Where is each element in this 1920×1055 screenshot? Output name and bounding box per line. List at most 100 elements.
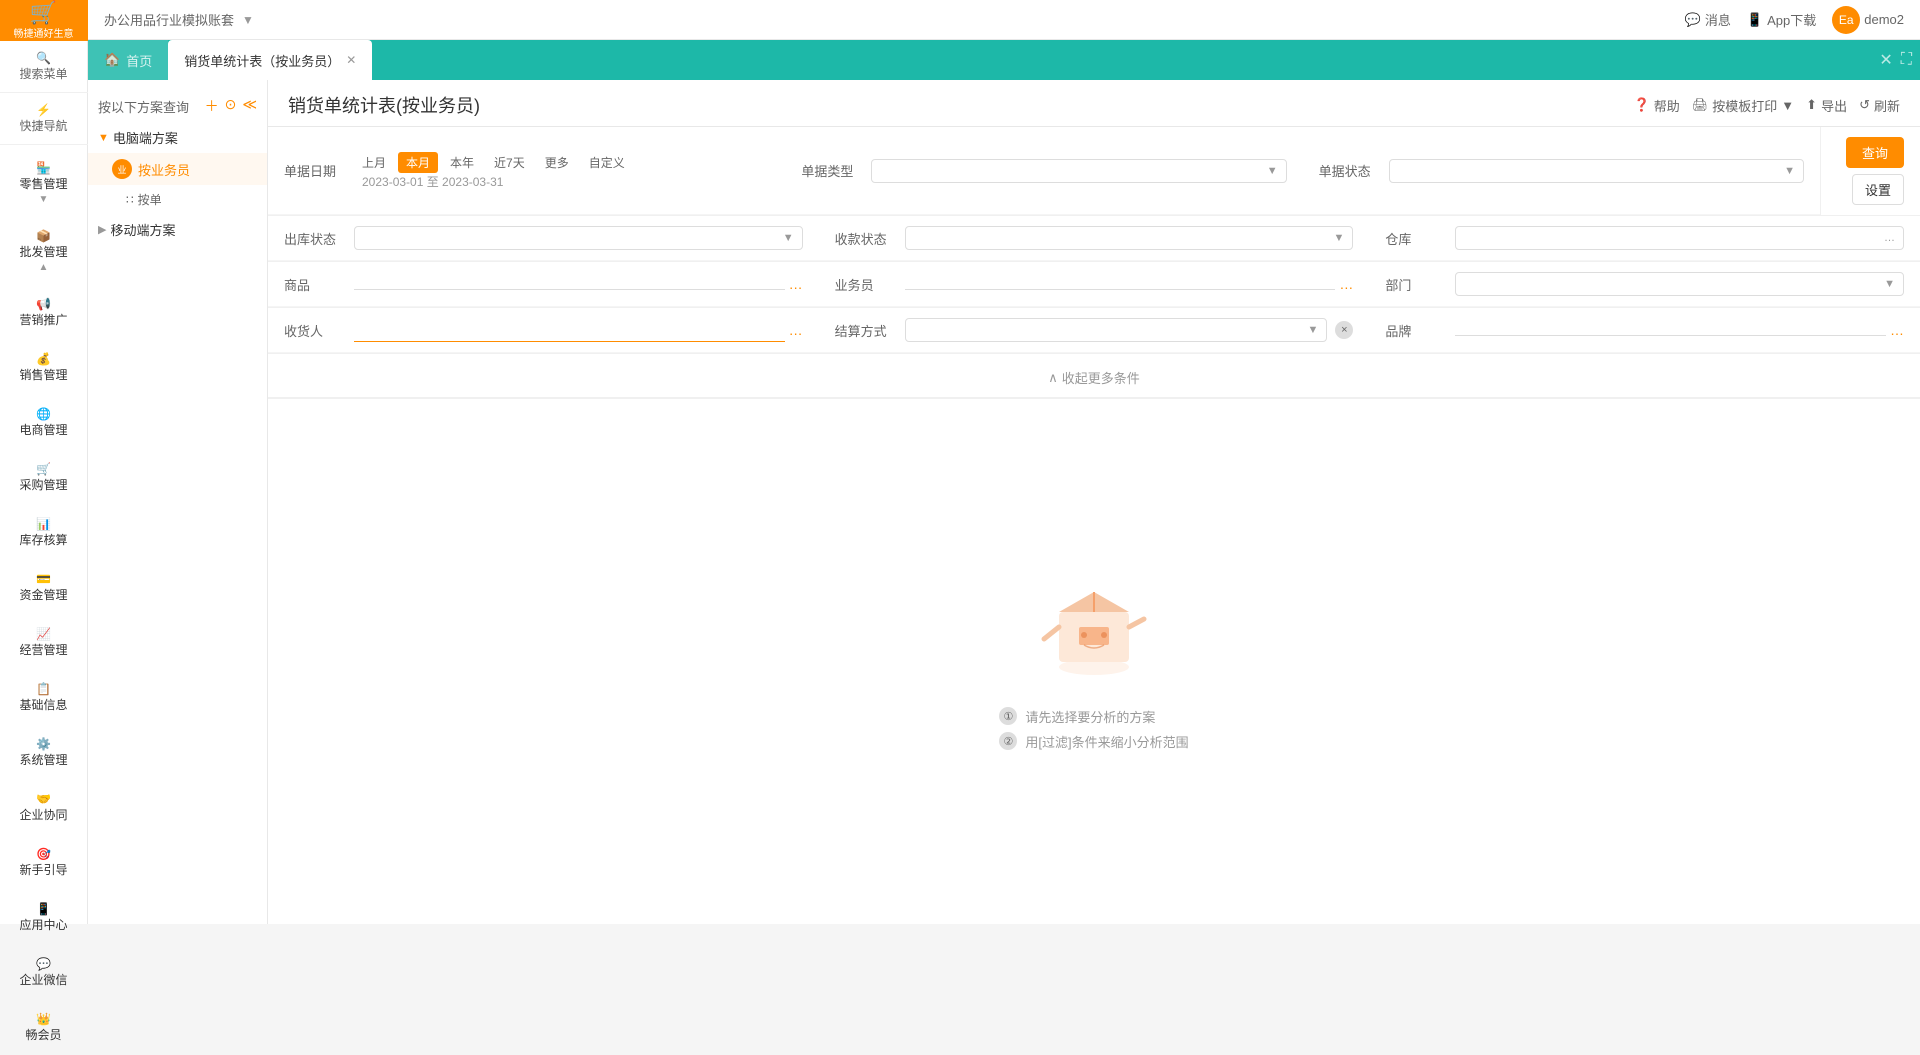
app-download-button[interactable]: 📱 App下载 [1747,10,1816,29]
date-this-month[interactable]: 本月 [398,152,438,173]
date-this-year[interactable]: 本年 [442,152,482,173]
scheme-by-order[interactable]: ∷ 按单 [88,185,267,214]
page-title: 销货单统计表(按业务员) [288,92,480,118]
search-label: 搜索菜单 [0,65,88,82]
sidebar-item-finance[interactable]: 💳 资金管理 [0,560,88,615]
date-custom[interactable]: 自定义 [581,152,633,173]
export-icon: ⬆ [1806,97,1817,113]
help-button[interactable]: ❓ 帮助 [1634,96,1680,115]
department-select[interactable]: ▼ [1455,272,1904,296]
bill-status-select[interactable]: ▼ [1389,159,1804,183]
top-header: 办公用品行业模拟账套 ▼ 💬 消息 📱 App下载 Ea demo2 [88,0,1920,40]
sidebar-item-inventory[interactable]: 📊 库存核算 [0,505,88,560]
warehouse-cell: 仓库 … [1369,216,1920,261]
brand-select[interactable] [1455,325,1886,336]
sidebar-item-wechat[interactable]: 💬 企业微信 [0,945,88,1000]
user-menu[interactable]: Ea demo2 [1832,6,1904,34]
settings-button[interactable]: 设置 [1852,174,1904,205]
department-cell: 部门 ▼ [1369,262,1920,307]
sidebar-item-retail[interactable]: 🏪 零售管理 ▼ [0,149,88,217]
date-last-month[interactable]: 上月 [354,152,394,173]
scheme-settings-button[interactable]: ⊙ [225,96,237,116]
sidebar-item-appcenter[interactable]: 📱 应用中心 [0,890,88,945]
wholesale-icon: 📦 [36,229,51,243]
window-close-btn[interactable]: ✕ [1879,50,1892,70]
sidebar-item-enterprise[interactable]: 🤝 企业协同 [0,780,88,835]
system-label: 系统管理 [19,751,67,768]
mobile-section-label: 移动端方案 [110,220,175,239]
refresh-button[interactable]: ↺ 刷新 [1859,96,1900,115]
empty-hints: ① 请先选择要分析的方案 ② 用[过滤]条件来缩小分析范围 [999,707,1188,757]
bill-status-label: 单据状态 [1319,161,1389,180]
page-header: 销货单统计表(按业务员) ❓ 帮助 🖨 按模板打印 ▼ ⬆ 导出 [268,80,1920,127]
message-button[interactable]: 💬 消息 [1685,10,1731,29]
breadcrumb-area: 办公用品行业模拟账套 ▼ [104,10,254,29]
message-label: 消息 [1705,10,1731,29]
sidebar-item-newuser[interactable]: 🎯 新手引导 [0,835,88,890]
payment-clear-button[interactable]: × [1335,321,1353,339]
sidebar-item-sales[interactable]: 💰 销售管理 [0,340,88,395]
desktop-section-header[interactable]: ▼ 电脑端方案 [88,122,267,153]
warehouse-arrow: … [1884,232,1895,244]
finance-icon: 💳 [36,572,51,586]
salesperson-ellipsis[interactable]: … [1339,276,1353,292]
empty-hint-2: ② 用[过滤]条件来缩小分析范围 [999,732,1188,751]
date-last-7-days[interactable]: 近7天 [486,152,533,173]
salesperson-select[interactable] [905,279,1336,290]
consignee-input[interactable] [354,318,785,342]
sidebar-item-marketing[interactable]: 📢 营销推广 [0,285,88,340]
export-button[interactable]: ⬆ 导出 [1806,96,1847,115]
scheme-icon: 业 [112,159,132,179]
sidebar-item-wholesale[interactable]: 📦 批发管理 ▲ [0,217,88,285]
tab-home[interactable]: 🏠 首页 [88,40,168,80]
inventory-icon: 📊 [36,517,51,531]
bill-type-cell: 单据类型 ▼ [785,127,1302,215]
scheme-by-salesperson-label: 按业务员 [138,160,190,179]
scheme-collapse-button[interactable]: ≪ [242,96,257,116]
product-select[interactable] [354,279,785,290]
search-menu-item[interactable]: 🔍 搜索菜单 [0,41,88,93]
tab-close-button[interactable]: ✕ [346,53,356,67]
sidebar-item-basic[interactable]: 📋 基础信息 [0,670,88,725]
product-label: 商品 [284,275,354,294]
mobile-section[interactable]: ▶ 移动端方案 [88,214,267,245]
scheme-by-salesperson[interactable]: 业 按业务员 [88,153,267,185]
mobile-arrow: ▶ [98,223,106,236]
payment-select[interactable]: ▼ [905,318,1328,342]
sidebar-item-purchase[interactable]: 🛒 采购管理 [0,450,88,505]
refresh-icon: ↺ [1859,97,1870,113]
template-print-button[interactable]: 🖨 按模板打印 ▼ [1692,96,1794,115]
member-label: 畅会员 [25,1026,61,1043]
collapse-button[interactable]: ∧ 收起更多条件 [1048,364,1140,391]
sidebar-item-system[interactable]: ⚙️ 系统管理 [0,725,88,780]
sidebar-item-operation[interactable]: 📈 经营管理 [0,615,88,670]
consignee-ellipsis[interactable]: … [789,322,803,338]
outbound-cell: 出库状态 ▼ [268,216,819,261]
product-ellipsis[interactable]: … [789,276,803,292]
receipt-select[interactable]: ▼ [905,226,1354,250]
query-button[interactable]: 查询 [1846,137,1904,168]
sidebar-item-ecom[interactable]: 🌐 电商管理 [0,395,88,450]
quick-nav-item[interactable]: ⚡ 快捷导航 [0,93,88,145]
tab-report[interactable]: 销货单统计表（按业务员） ✕ [168,40,372,80]
warehouse-select[interactable]: … [1455,226,1904,250]
home-icon: 🏠 [104,52,120,68]
brand-ellipsis[interactable]: … [1890,322,1904,338]
date-buttons: 上月 本月 本年 近7天 更多 自定义 [354,152,769,173]
bill-status-cell: 单据状态 ▼ [1303,127,1820,215]
user-abbr: Ea [1839,13,1854,27]
sales-label: 销售管理 [19,366,67,383]
sidebar-item-member[interactable]: 👑 畅会员 [0,1000,88,1055]
print-arrow: ▼ [1781,98,1794,113]
bill-type-select[interactable]: ▼ [871,159,1286,183]
app-logo[interactable]: 🛒 畅捷通好生意 [0,0,88,41]
left-panel-title: 按以下方案查询 [98,97,189,116]
add-scheme-button[interactable]: ＋ [205,96,219,116]
hint-text-2: 用[过滤]条件来缩小分析范围 [1025,732,1188,751]
tab-report-label: 销货单统计表（按业务员） [184,51,340,70]
date-more[interactable]: 更多 [537,152,577,173]
outbound-select[interactable]: ▼ [354,226,803,250]
window-maximize-btn[interactable]: ⛶ [1901,51,1912,69]
inventory-label: 库存核算 [19,531,67,548]
breadcrumb-arrow[interactable]: ▼ [242,13,254,27]
